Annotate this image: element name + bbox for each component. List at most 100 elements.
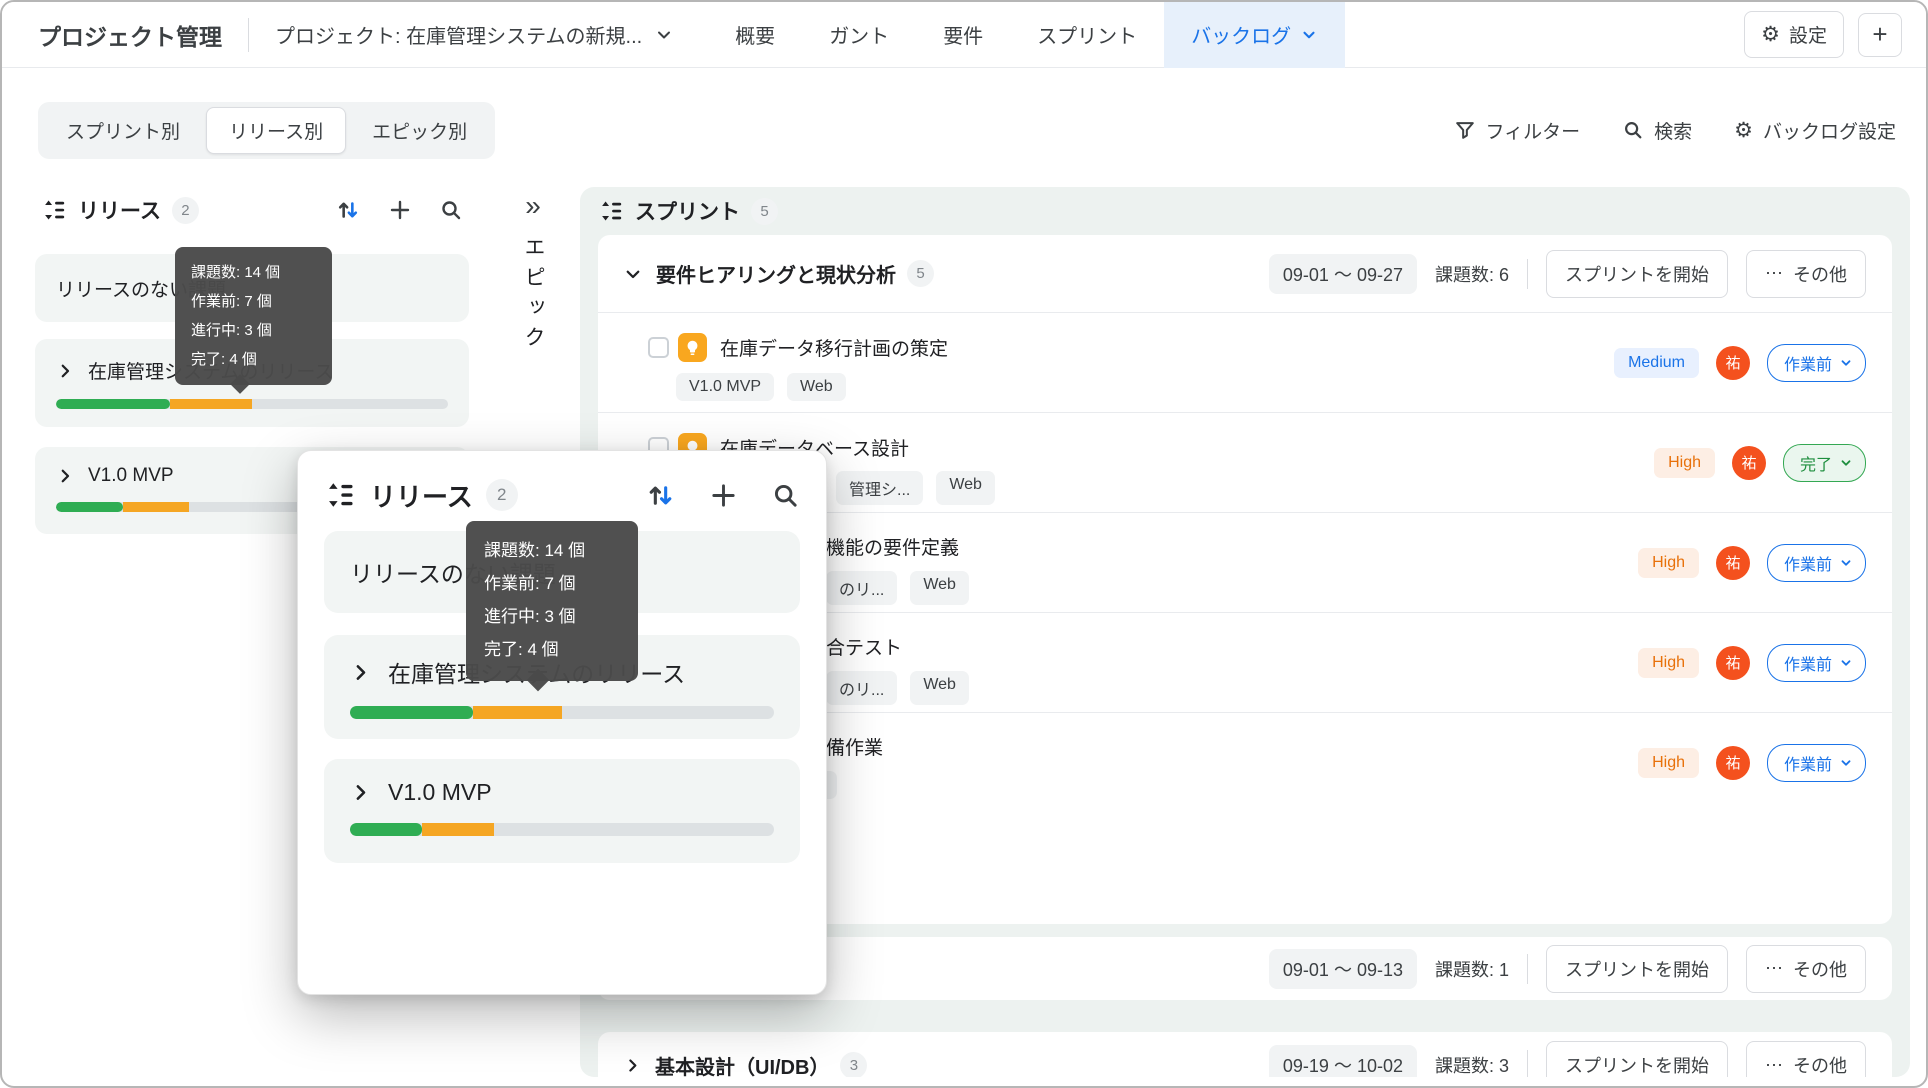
view-mode-switcher: スプリント別 リリース別 エピック別	[38, 101, 496, 159]
release-progress-bar	[350, 823, 774, 836]
status-badge[interactable]: 作業前	[1766, 643, 1866, 682]
start-sprint-button[interactable]: スプリントを開始	[1546, 1041, 1728, 1077]
chevron-right-icon[interactable]	[56, 362, 74, 380]
sprint-date-range: 09-01 ～ 09-27	[1268, 253, 1417, 294]
task-title[interactable]: 在庫データ移行計画の策定	[720, 334, 948, 361]
sprint-group-name: 基本設計（UI/DB）	[655, 1056, 830, 1078]
gear-icon: ⚙	[1734, 118, 1753, 142]
view-mode-release[interactable]: リリース別	[206, 106, 347, 154]
status-label: 作業前	[1783, 556, 1832, 574]
sprint-more-button[interactable]: ⋯ その他	[1746, 249, 1866, 298]
sprint-more-button[interactable]: ⋯ その他	[1746, 1041, 1866, 1077]
filter-button[interactable]: フィルター	[1454, 117, 1581, 144]
add-release-icon[interactable]	[709, 481, 738, 510]
search-button[interactable]: 検索	[1622, 117, 1692, 144]
toolbar-actions: フィルター 検索 ⚙ バックログ設定	[1454, 117, 1896, 144]
start-sprint-button[interactable]: スプリントを開始	[1546, 249, 1728, 298]
sprint-group-count-badge: 5	[907, 260, 934, 287]
sort-icon[interactable]	[645, 480, 676, 511]
release-item-v1-mvp[interactable]: V1.0 MVP	[324, 759, 800, 863]
sprint-group-header[interactable]: 基本設計（UI/DB） 3 09-19 ～ 10-02 課題数: 3 スプリント…	[598, 1032, 1892, 1077]
expand-panel-icon[interactable]: »	[525, 192, 541, 220]
tooltip-todo-count: 作業前: 7 個	[484, 574, 576, 593]
assignee-avatar[interactable]: 祐	[1715, 645, 1750, 680]
release-tag[interactable]: のリ...	[826, 671, 898, 705]
chevron-down-icon	[1841, 359, 1851, 366]
status-label: 作業前	[1783, 656, 1832, 674]
priority-badge[interactable]: Medium	[1614, 347, 1699, 378]
project-selector[interactable]: プロジェクト: 在庫管理システムの新規...	[275, 20, 674, 49]
tab-gantt[interactable]: ガント	[802, 2, 916, 68]
sprint-group-header[interactable]: 要件ヒアリングと現状分析 5 09-01 ～ 09-27 課題数: 6 スプリン…	[598, 235, 1892, 312]
assignee-avatar[interactable]: 祐	[1715, 545, 1750, 580]
status-badge[interactable]: 完了	[1782, 443, 1866, 482]
status-badge[interactable]: 作業前	[1766, 543, 1866, 582]
release-tag[interactable]: V1.0 MVP	[676, 373, 775, 401]
list-icon	[41, 197, 67, 223]
sprint-more-button[interactable]: ⋯ その他	[1746, 944, 1866, 993]
sprint-group-name: 要件ヒアリングと現状分析	[656, 265, 896, 287]
tab-backlog[interactable]: バックログ	[1164, 2, 1346, 68]
component-tag[interactable]: Web	[910, 671, 969, 705]
status-badge[interactable]: 作業前	[1766, 343, 1866, 382]
sprint-panel-title: スプリント	[635, 201, 740, 224]
component-tag[interactable]: Web	[787, 373, 846, 401]
status-badge[interactable]: 作業前	[1766, 743, 1866, 782]
search-release-icon[interactable]	[771, 481, 800, 510]
release-panel-title: リリース	[370, 481, 473, 512]
task-title[interactable]: 備作業	[826, 733, 883, 760]
list-icon	[598, 198, 624, 224]
settings-button[interactable]: ⚙ 設定	[1744, 11, 1844, 58]
component-tag[interactable]: Web	[910, 571, 969, 605]
tooltip-done-count: 完了: 4 個	[191, 351, 257, 368]
priority-badge[interactable]: High	[1654, 447, 1715, 478]
filter-label: フィルター	[1485, 121, 1581, 143]
sprint-date-range: 09-19 ～ 10-02	[1268, 1045, 1417, 1077]
tooltip-inprogress-count: 進行中: 3 個	[191, 322, 272, 339]
add-button[interactable]: +	[1858, 12, 1902, 57]
chevron-down-icon[interactable]	[624, 265, 642, 283]
backlog-settings-button[interactable]: ⚙ バックログ設定	[1734, 117, 1896, 144]
release-tag[interactable]: のリ...	[826, 571, 898, 605]
task-title[interactable]: 機能の要件定義	[826, 533, 959, 560]
tooltip-done-count: 完了: 4 個	[484, 640, 559, 659]
release-tag[interactable]: 管理シ...	[836, 471, 924, 505]
view-toolbar: スプリント別 リリース別 エピック別 フィルター 検索 ⚙ バックログ設定	[38, 101, 1896, 159]
chevron-right-icon[interactable]	[624, 1057, 641, 1074]
priority-badge[interactable]: High	[1638, 647, 1699, 678]
priority-badge[interactable]: High	[1638, 747, 1699, 778]
assignee-avatar[interactable]: 祐	[1715, 345, 1750, 380]
tab-requirements[interactable]: 要件	[916, 2, 1010, 68]
chevron-right-icon[interactable]	[350, 662, 371, 683]
divider	[1527, 953, 1528, 984]
release-panel-drag-ghost[interactable]: リリース 2 リリースのない課題 在庫管理	[297, 450, 827, 995]
release-panel-actions	[335, 197, 463, 223]
assignee-avatar[interactable]: 祐	[1715, 745, 1750, 780]
assignee-avatar[interactable]: 祐	[1731, 445, 1766, 480]
chevron-right-icon[interactable]	[350, 782, 371, 803]
task-checkbox[interactable]	[648, 337, 669, 358]
plus-icon: +	[1872, 19, 1888, 49]
sprint-more-label: その他	[1793, 264, 1847, 285]
tab-sprint[interactable]: スプリント	[1010, 2, 1164, 68]
view-mode-epic[interactable]: エピック別	[349, 107, 490, 154]
sprint-issue-count: 課題数: 1	[1434, 959, 1509, 980]
task-title[interactable]: 合テスト	[826, 633, 902, 660]
priority-badge[interactable]: High	[1638, 547, 1699, 578]
ellipsis-icon: ⋯	[1765, 1054, 1783, 1075]
tab-overview[interactable]: 概要	[708, 2, 802, 68]
chevron-right-icon[interactable]	[56, 467, 74, 485]
chevron-down-icon	[1300, 26, 1318, 44]
app-title: プロジェクト管理	[38, 23, 222, 50]
search-release-icon[interactable]	[439, 198, 463, 222]
release-count-badge: 2	[171, 196, 199, 224]
status-label: 作業前	[1783, 356, 1832, 374]
add-release-icon[interactable]	[388, 198, 412, 222]
sort-icon[interactable]	[335, 197, 361, 223]
start-sprint-button[interactable]: スプリントを開始	[1546, 944, 1728, 993]
status-label: 作業前	[1783, 756, 1832, 774]
sprint-issue-count: 課題数: 3	[1434, 1056, 1509, 1076]
component-tag[interactable]: Web	[936, 471, 995, 505]
epic-panel-collapsed[interactable]: » エピック	[506, 192, 560, 357]
view-mode-sprint[interactable]: スプリント別	[43, 107, 203, 154]
